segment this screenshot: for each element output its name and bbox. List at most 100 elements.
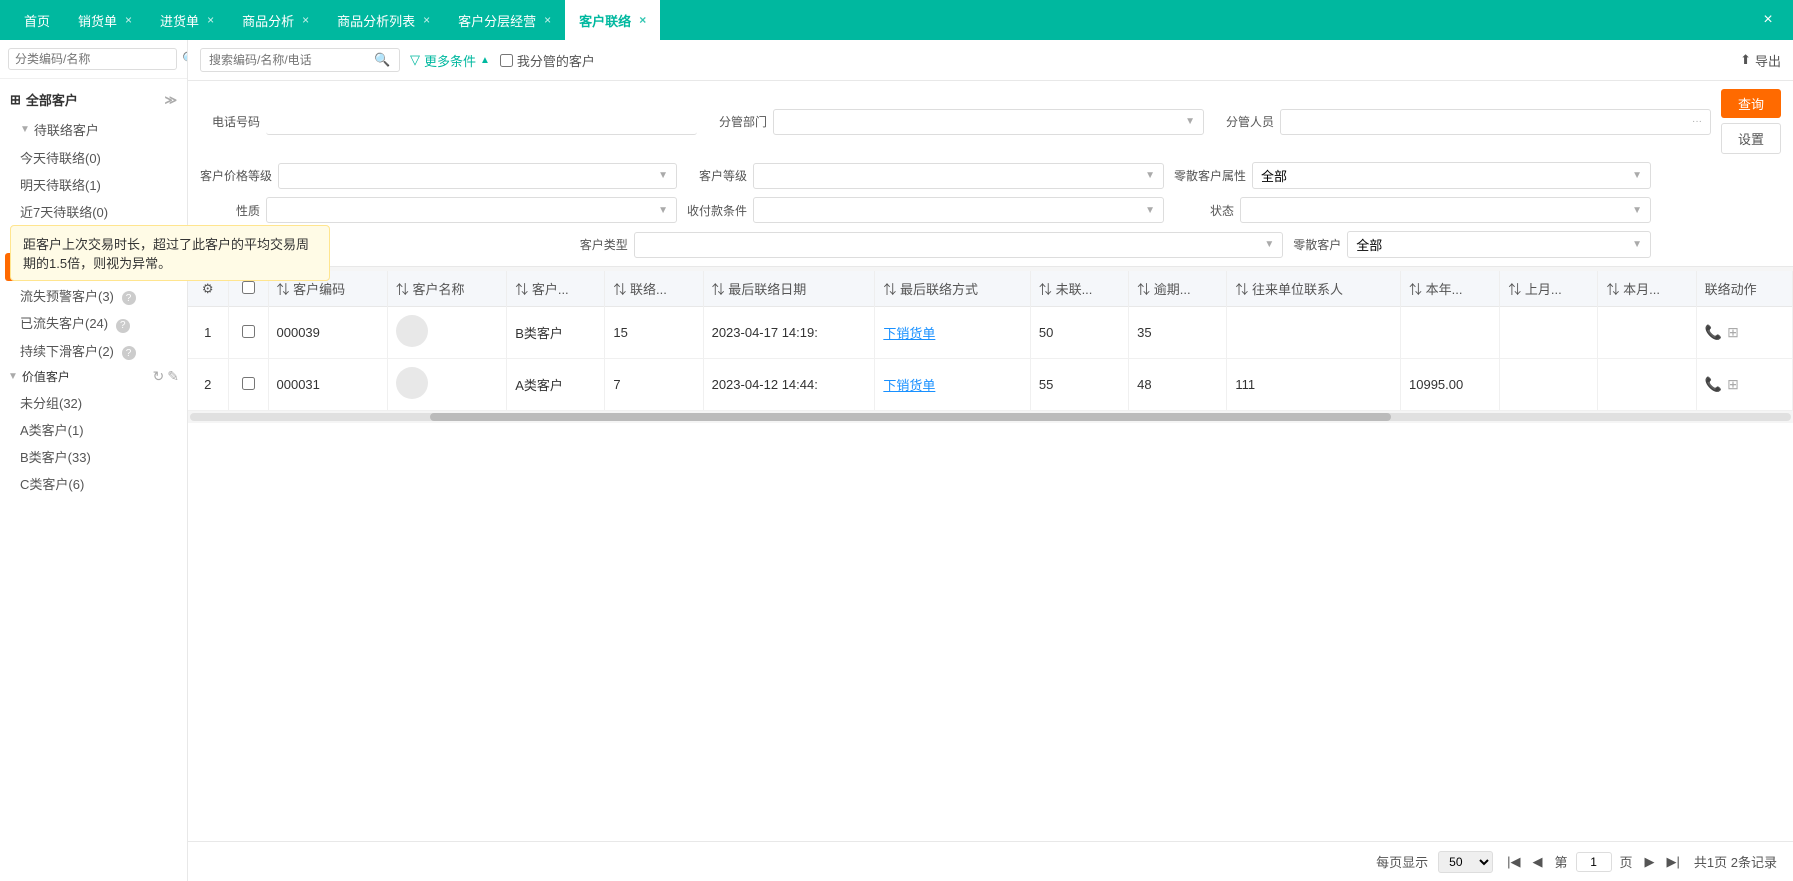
nav-item-analysis-list[interactable]: 商品分析列表 × (323, 0, 444, 40)
sort-od-icon[interactable]: ⇅ (1137, 282, 1150, 297)
filter-retail-customer-select[interactable]: 全部 ▼ (1347, 231, 1651, 258)
filter-customer-level-select[interactable]: ▼ (753, 163, 1164, 189)
select-all-checkbox[interactable] (242, 281, 255, 294)
filter-price-level-select[interactable]: ▼ (278, 163, 677, 189)
prev-page-btn[interactable]: ◀ (1529, 852, 1547, 872)
more-conditions-btn[interactable]: ▽ 更多条件 ▲ (410, 51, 490, 70)
td-lm-1 (1500, 307, 1598, 359)
filter-dept-select[interactable]: ▼ (773, 109, 1204, 135)
search-input[interactable] (209, 53, 369, 67)
query-button[interactable]: 查询 (1721, 89, 1781, 118)
filter-status-select[interactable]: ▼ (1240, 197, 1651, 223)
sidebar-item-c-class[interactable]: C类客户(6) (0, 470, 187, 497)
filter-gender-select[interactable]: ▼ (266, 197, 677, 223)
tri-down-icon: ▼ (20, 124, 30, 135)
sidebar-collapse-btn[interactable]: ≫ (164, 93, 177, 107)
row-1-checkbox[interactable] (242, 325, 255, 338)
gender-caret: ▼ (658, 205, 668, 216)
sidebar-item-lost[interactable]: 已流失客户(24) ? (0, 309, 187, 337)
td-cp-2: 111 (1227, 359, 1401, 411)
td-nc-2: 55 (1030, 359, 1128, 411)
filter-row-2: 客户价格等级 ▼ 客户等级 ▼ 零散客户属性 全部 (200, 162, 1781, 189)
nav-close-analysis-list[interactable]: × (423, 13, 430, 27)
nav-close-purchase[interactable]: × (207, 13, 214, 27)
nav-close-all[interactable]: × (1753, 5, 1783, 35)
next-page-btn[interactable]: ▶ (1641, 852, 1659, 872)
nav-item-purchase[interactable]: 进货单 × (146, 0, 228, 40)
sort-contact-icon[interactable]: ⇅ (613, 282, 626, 297)
sort-method-icon[interactable]: ⇅ (883, 282, 896, 297)
my-customers-checkbox[interactable]: 我分管的客户 (500, 51, 595, 70)
sidebar-item-today[interactable]: 今天待联络(0) (0, 144, 187, 171)
nav-item-sales[interactable]: 销货单 × (64, 0, 146, 40)
filter-payment: 收付款条件 ▼ (687, 197, 1164, 223)
nav-close-customer-mgmt[interactable]: × (544, 13, 551, 27)
person-caret-icon: ··· (1692, 116, 1702, 127)
sidebar-item-lost-warning[interactable]: 流失预警客户(3) ? (0, 282, 187, 310)
nav-close-analysis[interactable]: × (302, 13, 309, 27)
horizontal-scrollbar[interactable] (188, 411, 1793, 423)
sidebar-item-a-class[interactable]: A类客户(1) (0, 416, 187, 443)
edit-icon[interactable]: ✎ (167, 368, 179, 385)
td-date-2: 2023-04-12 14:44: (703, 359, 875, 411)
scrollbar-thumb[interactable] (430, 413, 1391, 421)
page-size-select[interactable]: 50 100 200 (1438, 851, 1493, 873)
filter-person-select[interactable]: ··· (1280, 109, 1711, 135)
export-btn[interactable]: ⬆ 导出 (1740, 51, 1781, 70)
sidebar-item-ungroup[interactable]: 未分组(32) (0, 389, 187, 416)
sidebar-search-input[interactable] (8, 48, 177, 70)
sort-type-icon[interactable]: ⇅ (515, 282, 528, 297)
nav-close-sales[interactable]: × (125, 13, 132, 27)
sort-nc-icon[interactable]: ⇅ (1039, 282, 1052, 297)
filter-retail-customer: 零散客户 全部 ▼ (1293, 231, 1651, 258)
td-contact-1: 15 (605, 307, 703, 359)
filter-customer-type-select[interactable]: ▼ (634, 232, 1284, 258)
filter-retail-attr-select[interactable]: 全部 ▼ (1252, 162, 1651, 189)
td-check-2[interactable] (228, 359, 268, 411)
search-icon[interactable]: 🔍 (374, 52, 390, 68)
sort-ty-icon[interactable]: ⇅ (1409, 282, 1422, 297)
customer-type-caret: ▼ (1264, 239, 1274, 250)
my-customers-check[interactable] (500, 54, 513, 67)
page-input[interactable] (1576, 852, 1612, 872)
filter-phone-input[interactable] (266, 109, 697, 135)
td-check-1[interactable] (228, 307, 268, 359)
sort-icon[interactable]: ⇅ (277, 282, 290, 297)
nav-close-customer-contact[interactable]: × (639, 13, 646, 27)
action-grid-icon-2[interactable]: ⊞ (1727, 376, 1739, 393)
filter-gender: 性质 ▼ (200, 197, 677, 223)
nav-item-home[interactable]: 首页 (10, 0, 64, 40)
last-page-btn[interactable]: ▶| (1663, 852, 1684, 872)
payment-caret: ▼ (1145, 205, 1155, 216)
sidebar-item-b-class[interactable]: B类客户(33) (0, 443, 187, 470)
refresh-icon[interactable]: ↻ (153, 368, 165, 385)
sidebar-item-7days[interactable]: 近7天待联络(0) (0, 198, 187, 225)
filter-payment-select[interactable]: ▼ (753, 197, 1164, 223)
scrollbar-track[interactable] (190, 413, 1791, 421)
sort-cp-icon[interactable]: ⇅ (1235, 282, 1248, 297)
action-grid-icon-1[interactable]: ⊞ (1727, 324, 1739, 341)
nav-item-analysis[interactable]: 商品分析 × (228, 0, 323, 40)
sidebar-item-continuous-down[interactable]: 持续下滑客户(2) ? (0, 337, 187, 365)
avatar-2 (396, 367, 428, 399)
filter-phone: 电话号码 (200, 109, 697, 135)
action-phone-icon-1[interactable]: 📞 (1705, 324, 1722, 341)
sort-lm-icon[interactable]: ⇅ (1508, 282, 1521, 297)
sidebar-pending-group[interactable]: ▼ 待联络客户 (0, 115, 187, 144)
row-2-checkbox[interactable] (242, 377, 255, 390)
nav-item-customer-mgmt[interactable]: 客户分层经营 × (444, 0, 565, 40)
td-method-1[interactable]: 下销货单 (875, 307, 1031, 359)
sidebar-item-tomorrow[interactable]: 明天待联络(1) (0, 171, 187, 198)
action-icons-2: 📞 ⊞ (1705, 376, 1784, 393)
nav-item-customer-contact[interactable]: 客户联络 × (565, 0, 660, 40)
action-phone-icon-2[interactable]: 📞 (1705, 376, 1722, 393)
settings-button[interactable]: 设置 (1721, 123, 1781, 154)
sort-name-icon[interactable]: ⇅ (396, 282, 409, 297)
continuous-down-help-icon: ? (122, 346, 136, 360)
td-method-2[interactable]: 下销货单 (875, 359, 1031, 411)
first-page-btn[interactable]: |◀ (1503, 852, 1524, 872)
td-tm-1 (1598, 307, 1696, 359)
sidebar-all-customers-header[interactable]: ⊞ 全部客户 ≫ (0, 84, 187, 115)
sort-date-icon[interactable]: ⇅ (712, 282, 725, 297)
sort-tm-icon[interactable]: ⇅ (1606, 282, 1619, 297)
